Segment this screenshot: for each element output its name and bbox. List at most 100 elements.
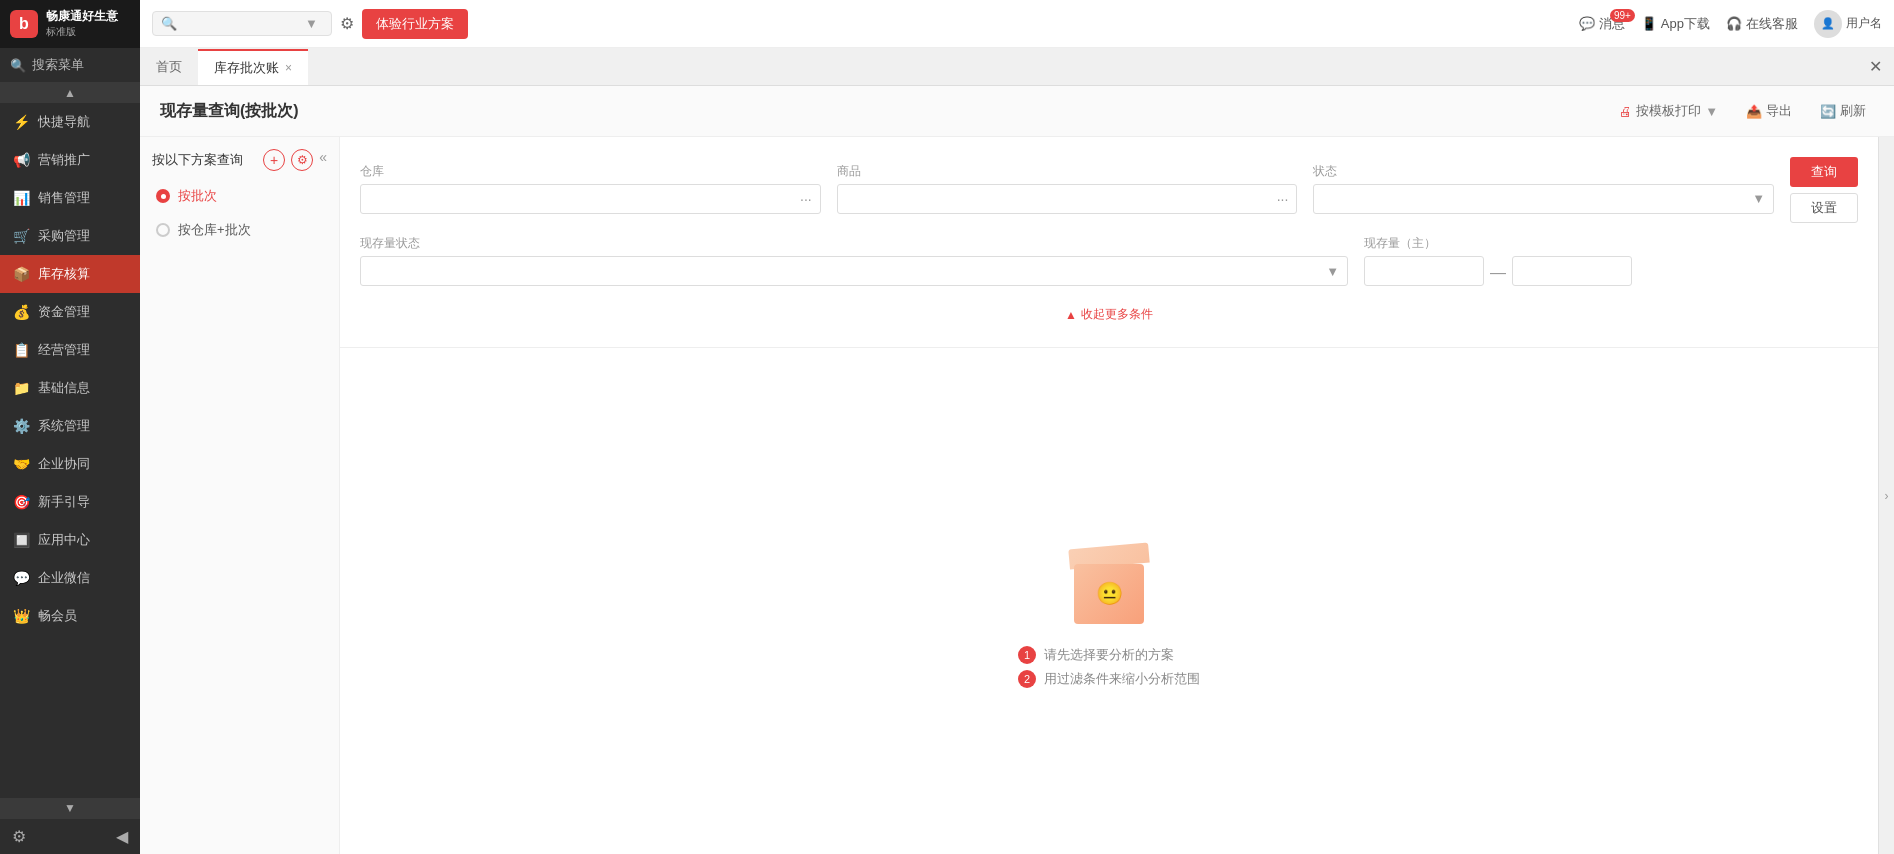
page-title: 现存量查询(按批次) — [160, 101, 299, 122]
topbar-gear-icon[interactable]: ⚙ — [340, 14, 354, 33]
page-header: 现存量查询(按批次) 🖨 按模板打印 ▼ 📤 导出 🔄 刷新 — [140, 86, 1894, 137]
wechat-icon: 💬 — [12, 569, 30, 587]
online-service-btn[interactable]: 🎧 在线客服 — [1726, 15, 1798, 33]
filter-panel-title: 按以下方案查询 — [152, 151, 243, 169]
sidebar-item-app-center[interactable]: 🔲 应用中心 — [0, 521, 140, 559]
user-profile-btn[interactable]: 👤 用户名 — [1814, 10, 1882, 38]
export-icon: 📤 — [1746, 104, 1762, 119]
box-face-icon: 😐 — [1096, 581, 1123, 607]
filter-add-icon: + — [270, 152, 278, 168]
sidebar-item-newbie[interactable]: 🎯 新手引导 — [0, 483, 140, 521]
query-area: 仓库 ··· 商品 ··· — [340, 137, 1878, 854]
sidebar-item-system[interactable]: ⚙️ 系统管理 — [0, 407, 140, 445]
sidebar-item-marketing[interactable]: 📢 营销推广 — [0, 141, 140, 179]
settings-btn[interactable]: 设置 — [1790, 193, 1858, 223]
sidebar-item-basic[interactable]: 📁 基础信息 — [0, 369, 140, 407]
refresh-btn[interactable]: 🔄 刷新 — [1812, 98, 1874, 124]
quick-nav-icon: ⚡ — [12, 113, 30, 131]
filter-collapse-btn[interactable]: « — [319, 149, 327, 171]
sidebar-item-label: 库存核算 — [38, 265, 90, 283]
sidebar-item-label: 畅会员 — [38, 607, 77, 625]
tab-close-btn[interactable]: × — [285, 61, 292, 75]
empty-state: 😐 1 请先选择要分析的方案 2 用过滤条件来缩小分析范围 — [340, 348, 1878, 854]
app-download-btn[interactable]: 📱 App下载 — [1641, 15, 1710, 33]
sidebar-item-member[interactable]: 👑 畅会员 — [0, 597, 140, 635]
sidebar-item-enterprise[interactable]: 🤝 企业协同 — [0, 445, 140, 483]
export-btn[interactable]: 📤 导出 — [1738, 98, 1800, 124]
collapse-arrow-icon: ▲ — [1065, 308, 1077, 322]
collapse-conditions-btn[interactable]: ▲ 收起更多条件 — [360, 298, 1858, 331]
inventory-status-input[interactable]: ▼ — [360, 256, 1348, 286]
print-label: 按模板打印 — [1636, 102, 1701, 120]
query-btn[interactable]: 查询 — [1790, 157, 1858, 187]
filter-settings-btn[interactable]: ⚙ — [291, 149, 313, 171]
trial-btn[interactable]: 体验行业方案 — [362, 9, 468, 39]
sidebar-item-sales[interactable]: 📊 销售管理 — [0, 179, 140, 217]
filter-field-inventory-status: 现存量状态 ▼ — [360, 235, 1348, 286]
topbar-search-box[interactable]: 🔍 ▼ — [152, 11, 332, 36]
status-label: 状态 — [1313, 163, 1774, 180]
member-icon: 👑 — [12, 607, 30, 625]
sidebar-search-label: 搜索菜单 — [32, 56, 84, 74]
warehouse-input[interactable]: ··· — [360, 184, 821, 214]
filter-item-by-warehouse-batch[interactable]: 按仓库+批次 — [140, 213, 339, 247]
empty-hints: 1 请先选择要分析的方案 2 用过滤条件来缩小分析范围 — [1018, 646, 1200, 688]
newbie-icon: 🎯 — [12, 493, 30, 511]
filter-item-by-batch[interactable]: 按批次 — [140, 179, 339, 213]
inventory-qty-min-input[interactable] — [1364, 256, 1484, 286]
sidebar-item-inventory[interactable]: 📦 库存核算 — [0, 255, 140, 293]
print-icon: 🖨 — [1619, 104, 1632, 119]
sidebar-footer: ⚙ ◀ — [0, 818, 140, 854]
messages-btn[interactable]: 💬 消息 99+ — [1579, 15, 1625, 33]
sidebar-item-wechat[interactable]: 💬 企业微信 — [0, 559, 140, 597]
basic-icon: 📁 — [12, 379, 30, 397]
print-btn[interactable]: 🖨 按模板打印 ▼ — [1611, 98, 1726, 124]
sidebar-item-quick-nav[interactable]: ⚡ 快捷导航 — [0, 103, 140, 141]
sidebar-item-label: 经营管理 — [38, 341, 90, 359]
hint-num-2: 2 — [1018, 670, 1036, 688]
status-input[interactable]: ▼ — [1313, 184, 1774, 214]
sidebar-item-label: 应用中心 — [38, 531, 90, 549]
right-sidebar-arrow-icon: › — [1885, 489, 1889, 503]
sidebar-search-menu[interactable]: 🔍 搜索菜单 — [0, 48, 140, 83]
warehouse-more-icon[interactable]: ··· — [800, 191, 812, 207]
product-input[interactable]: ··· — [837, 184, 1298, 214]
tab-bar-close-btn[interactable]: ✕ — [1857, 57, 1894, 76]
online-service-label: 在线客服 — [1746, 15, 1798, 33]
content-body: 按以下方案查询 + ⚙ « 按批次 — [140, 137, 1894, 854]
sidebar-item-operations[interactable]: 📋 经营管理 — [0, 331, 140, 369]
inventory-qty-max-input[interactable] — [1512, 256, 1632, 286]
sidebar-scroll-down[interactable]: ▼ — [0, 798, 140, 818]
tab-inventory-batch-label: 库存批次账 — [214, 59, 279, 77]
user-name-label: 用户名 — [1846, 15, 1882, 32]
sidebar-item-label: 基础信息 — [38, 379, 90, 397]
sidebar-item-label: 营销推广 — [38, 151, 90, 169]
box-body: 😐 — [1074, 564, 1144, 624]
sidebar-item-finance[interactable]: 💰 资金管理 — [0, 293, 140, 331]
filter-radio-by-warehouse-batch — [156, 223, 170, 237]
product-more-icon[interactable]: ··· — [1277, 191, 1289, 207]
filter-add-btn[interactable]: + — [263, 149, 285, 171]
tab-inventory-batch[interactable]: 库存批次账 × — [198, 49, 308, 85]
messages-badge: 99+ — [1610, 9, 1635, 22]
page-content: 现存量查询(按批次) 🖨 按模板打印 ▼ 📤 导出 🔄 刷新 — [140, 86, 1894, 854]
filter-panel-header: 按以下方案查询 + ⚙ « — [140, 149, 339, 179]
sidebar-settings-btn[interactable]: ⚙ — [12, 827, 26, 846]
sidebar-item-label: 新手引导 — [38, 493, 90, 511]
topbar-search-chevron-icon[interactable]: ▼ — [305, 16, 318, 31]
app-download-icon: 📱 — [1641, 16, 1657, 31]
sidebar-collapse-btn[interactable]: ◀ — [116, 827, 128, 846]
right-sidebar[interactable]: › — [1878, 137, 1894, 854]
sidebar-item-label: 企业微信 — [38, 569, 90, 587]
tab-home[interactable]: 首页 — [140, 50, 198, 84]
filter-conditions: 仓库 ··· 商品 ··· — [340, 137, 1878, 348]
avatar-icon: 👤 — [1821, 17, 1835, 30]
sidebar-item-purchase[interactable]: 🛒 采购管理 — [0, 217, 140, 255]
refresh-label: 刷新 — [1840, 102, 1866, 120]
sidebar-item-label: 采购管理 — [38, 227, 90, 245]
topbar-search-input[interactable] — [181, 17, 301, 31]
sidebar-item-label: 销售管理 — [38, 189, 90, 207]
app-title: 畅康通好生意 — [46, 9, 118, 25]
export-label: 导出 — [1766, 102, 1792, 120]
sidebar-scroll-up[interactable]: ▲ — [0, 83, 140, 103]
